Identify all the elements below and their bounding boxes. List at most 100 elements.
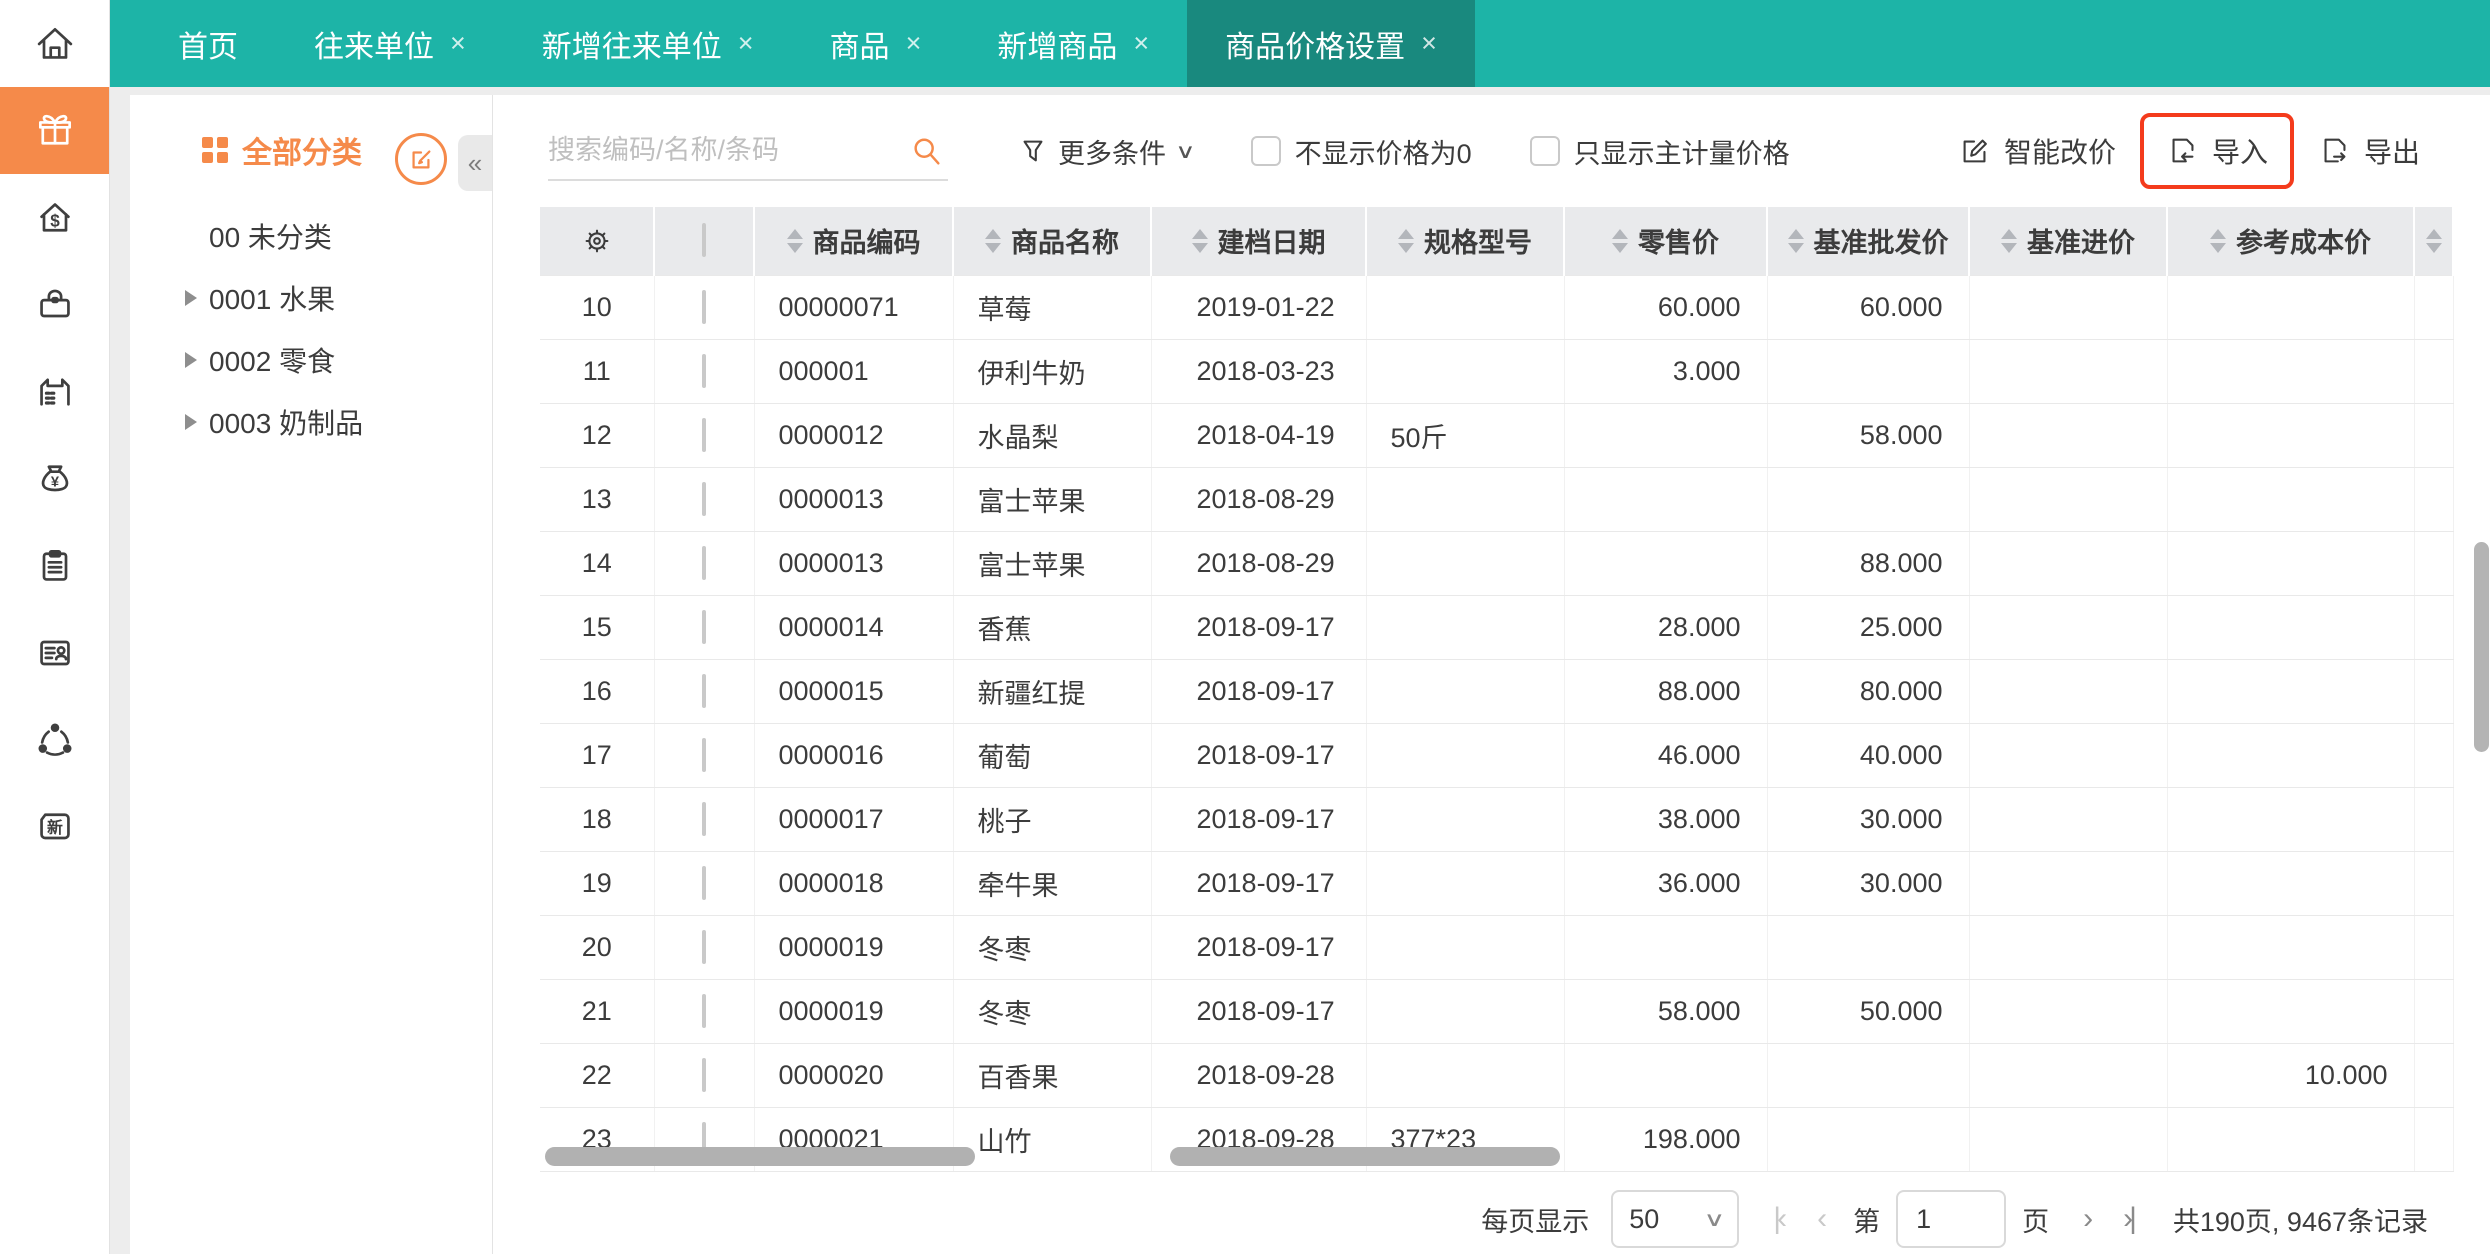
- expand-triangle-icon[interactable]: [185, 414, 197, 430]
- tab-3[interactable]: 新增往来单位 ×: [504, 0, 792, 87]
- horizontal-scrollbar-left[interactable]: [545, 1146, 975, 1166]
- expand-triangle-icon[interactable]: [185, 290, 197, 306]
- tab-2[interactable]: 往来单位 ×: [276, 0, 504, 87]
- sort-arrows-icon[interactable]: [1787, 228, 1804, 253]
- row-checkbox[interactable]: [654, 787, 755, 852]
- search-icon[interactable]: [910, 135, 944, 169]
- row-checkbox[interactable]: [654, 531, 755, 596]
- category-item[interactable]: 0001 水果: [130, 267, 492, 329]
- row-checkbox[interactable]: [654, 851, 755, 916]
- row-checkbox[interactable]: [654, 274, 755, 340]
- checkbox-icon[interactable]: [702, 929, 706, 964]
- column-header[interactable]: 参考成本价: [2167, 207, 2415, 275]
- sidebar-item-goods[interactable]: [0, 87, 109, 174]
- column-header-truncated[interactable]: [2414, 207, 2454, 275]
- category-item[interactable]: 00 未分类: [130, 205, 492, 267]
- cell-truncated: [2414, 339, 2454, 404]
- row-checkbox[interactable]: [654, 723, 755, 788]
- sort-arrows-icon[interactable]: [985, 228, 1001, 253]
- import-button[interactable]: 导入: [2166, 131, 2268, 171]
- column-header[interactable]: 零售价: [1564, 207, 1768, 275]
- checkbox-icon[interactable]: [702, 865, 706, 900]
- row-checkbox[interactable]: [654, 659, 755, 724]
- column-header[interactable]: 基准进价: [1969, 207, 2168, 275]
- sidebar-item-report[interactable]: [0, 522, 109, 609]
- expand-triangle-icon[interactable]: [185, 352, 197, 368]
- more-filters-button[interactable]: 更多条件 ∨: [1018, 132, 1196, 171]
- cell-retail-price: 38.000: [1564, 787, 1768, 852]
- tab-close-icon[interactable]: ×: [1421, 30, 1437, 57]
- tab-6[interactable]: 商品价格设置 ×: [1187, 0, 1475, 87]
- row-checkbox[interactable]: [654, 467, 755, 532]
- search-input[interactable]: [548, 134, 888, 166]
- column-header[interactable]: 商品名称: [953, 207, 1152, 275]
- column-header[interactable]: 基准批发价: [1767, 207, 1970, 275]
- row-checkbox[interactable]: [654, 403, 755, 468]
- checkbox-icon[interactable]: [702, 801, 706, 836]
- checkbox-icon[interactable]: [702, 993, 706, 1028]
- sidebar-item-sales[interactable]: $: [0, 174, 109, 261]
- checkbox-icon[interactable]: [702, 289, 706, 324]
- smart-reprice-button[interactable]: 智能改价: [1958, 131, 2116, 171]
- tab-close-icon[interactable]: ×: [1133, 30, 1149, 57]
- column-header[interactable]: 规格型号: [1366, 207, 1565, 275]
- sidebar-item-contacts[interactable]: [0, 609, 109, 696]
- sort-arrows-icon[interactable]: [1398, 228, 1414, 253]
- export-button[interactable]: 导出: [2318, 131, 2420, 171]
- prev-page-button[interactable]: ‹: [1817, 1202, 1827, 1236]
- checkbox-icon[interactable]: [702, 673, 706, 708]
- category-item[interactable]: 0002 零食: [130, 329, 492, 391]
- horizontal-scrollbar-right[interactable]: [1170, 1146, 1560, 1166]
- cell-spec: [1366, 1043, 1565, 1108]
- sort-arrows-icon[interactable]: [2210, 228, 2226, 253]
- sidebar-item-purchase[interactable]: [0, 261, 109, 348]
- checkbox-icon[interactable]: [702, 609, 706, 644]
- page-size-select[interactable]: 50 ∨: [1611, 1190, 1740, 1248]
- cell-purchase-price: [1969, 467, 2168, 532]
- cell-code: 00000071: [754, 274, 954, 340]
- row-checkbox[interactable]: [654, 595, 755, 660]
- tab-close-icon[interactable]: ×: [450, 30, 466, 57]
- row-checkbox[interactable]: [654, 979, 755, 1044]
- checkbox-icon[interactable]: [702, 417, 706, 452]
- tab-1[interactable]: 首页: [140, 0, 276, 87]
- tab-close-icon[interactable]: ×: [906, 30, 922, 57]
- sidebar-item-home[interactable]: [0, 0, 109, 87]
- sidebar-item-share[interactable]: [0, 696, 109, 783]
- checkbox-icon[interactable]: [702, 1057, 706, 1092]
- sort-arrows-icon[interactable]: [2001, 228, 2017, 253]
- column-header[interactable]: 建档日期: [1151, 207, 1367, 275]
- tab-close-icon[interactable]: ×: [738, 30, 754, 57]
- checkbox-icon[interactable]: [702, 545, 706, 580]
- row-checkbox[interactable]: [654, 1043, 755, 1108]
- first-page-button[interactable]: |‹: [1773, 1202, 1787, 1236]
- page-number-input[interactable]: [1896, 1190, 2007, 1248]
- sidebar-item-warehouse[interactable]: [0, 348, 109, 435]
- sort-arrows-icon[interactable]: [786, 228, 803, 253]
- last-page-button[interactable]: ›|: [2123, 1202, 2137, 1236]
- category-item[interactable]: 0003 奶制品: [130, 391, 492, 453]
- checkbox-icon[interactable]: [702, 353, 706, 388]
- next-page-button[interactable]: ›: [2083, 1202, 2093, 1236]
- only-main-unit-checkbox[interactable]: [1529, 136, 1560, 166]
- row-checkbox[interactable]: [654, 915, 755, 980]
- only-main-unit-filter[interactable]: 只显示主计量价格: [1529, 132, 1790, 171]
- sort-arrows-icon[interactable]: [1612, 228, 1628, 253]
- vertical-scrollbar[interactable]: [2474, 542, 2489, 752]
- tab-4[interactable]: 商品 ×: [792, 0, 960, 87]
- column-settings-button[interactable]: [540, 207, 655, 275]
- checkbox-icon[interactable]: [702, 481, 706, 516]
- tab-5[interactable]: 新增商品 ×: [959, 0, 1187, 87]
- sidebar-item-finance[interactable]: ¥: [0, 435, 109, 522]
- sort-arrows-icon[interactable]: [1191, 228, 1208, 253]
- collapse-panel-button[interactable]: «: [458, 135, 492, 191]
- row-checkbox[interactable]: [654, 339, 755, 404]
- hide-zero-price-checkbox[interactable]: [1250, 136, 1281, 166]
- sort-arrows-icon[interactable]: [2425, 228, 2442, 253]
- hide-zero-price-filter[interactable]: 不显示价格为0: [1250, 132, 1472, 171]
- select-all-checkbox[interactable]: [654, 207, 755, 275]
- edit-category-button[interactable]: [395, 133, 447, 185]
- checkbox-icon[interactable]: [702, 737, 706, 772]
- column-header[interactable]: 商品编码: [754, 207, 954, 275]
- sidebar-item-new[interactable]: 新: [0, 783, 109, 870]
